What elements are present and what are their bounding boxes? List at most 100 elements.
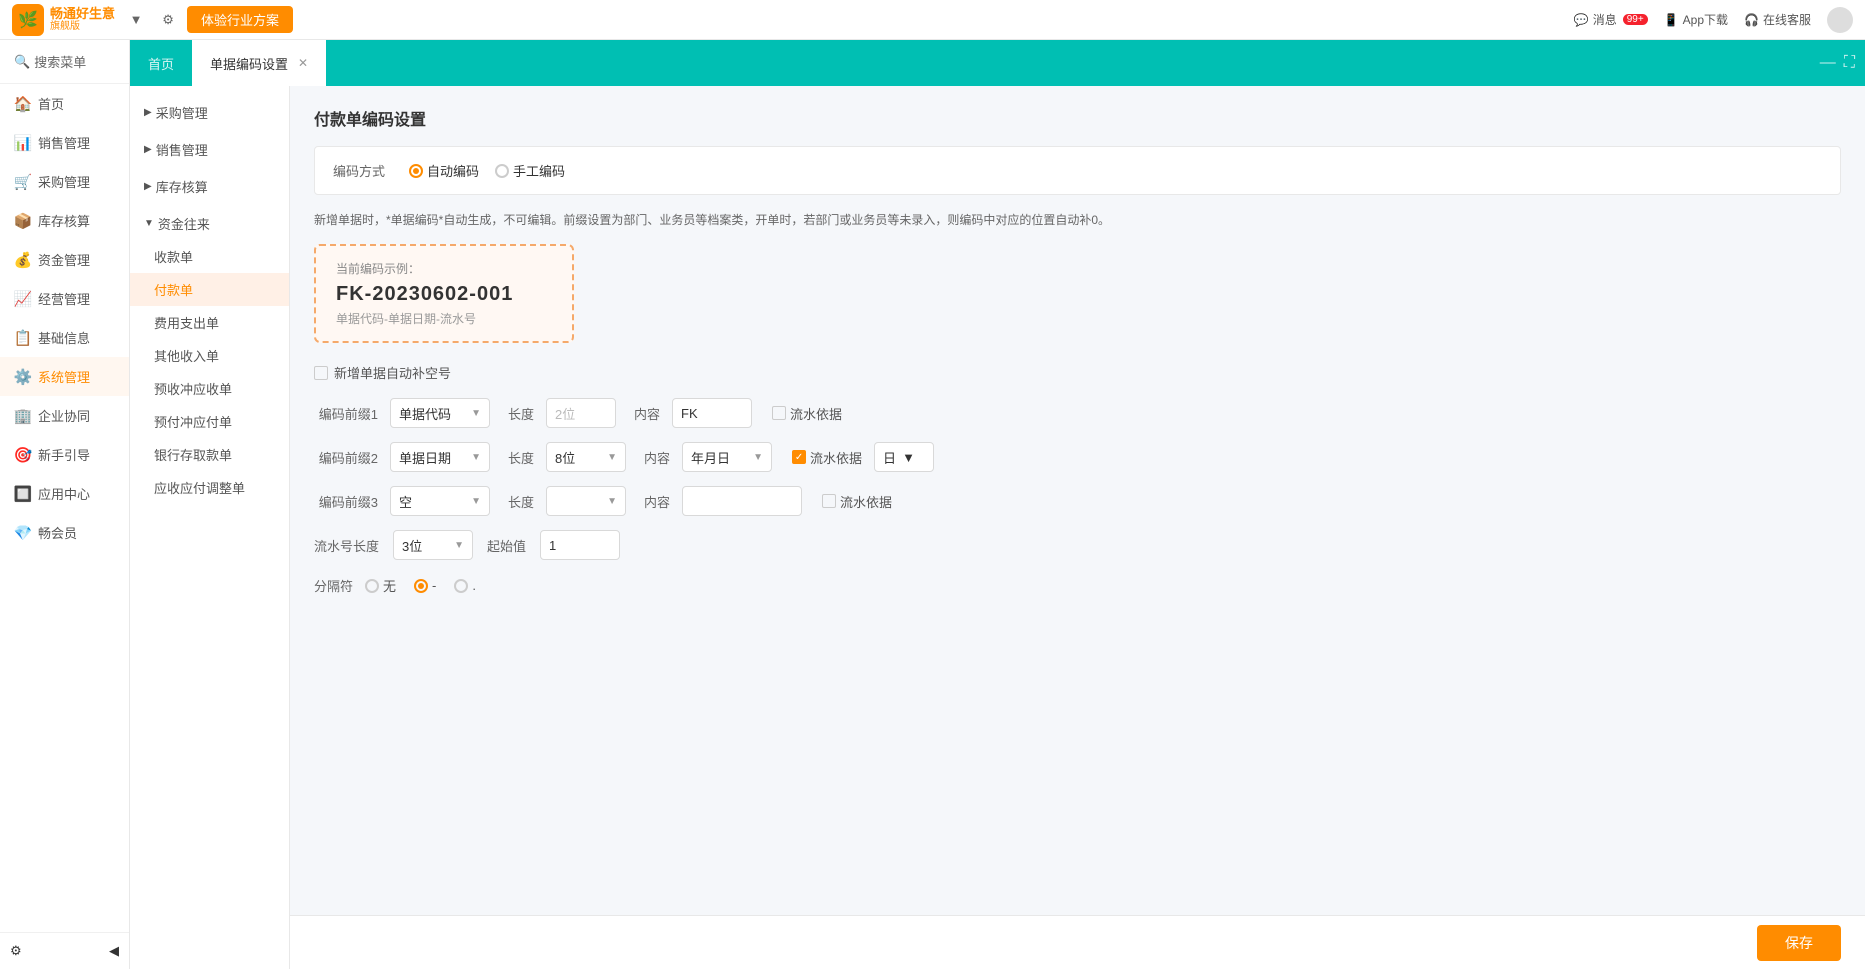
auto-radio[interactable] (409, 164, 423, 178)
dropdown-icon[interactable]: ▼ (123, 7, 149, 33)
prefix1-select[interactable]: 单据代码 ▼ (390, 398, 490, 428)
menu-group-sales-title[interactable]: ▶ 销售管理 (130, 133, 289, 166)
sidebar-search[interactable]: 🔍 搜索菜单 (0, 40, 129, 84)
sidebar-item-enterprise[interactable]: 🏢 企业协同 (0, 396, 129, 435)
sep-dot-option[interactable]: . (454, 578, 476, 593)
system-icon: ⚙️ (14, 368, 32, 386)
sidebar-item-operations[interactable]: 📈 经营管理 (0, 279, 129, 318)
sep-dash-option[interactable]: - (414, 578, 436, 593)
stream3-checkbox[interactable] (822, 494, 836, 508)
menu-item-prepay-offset[interactable]: 预收冲应收单 (130, 372, 289, 405)
sidebar-item-home[interactable]: 🏠 首页 (0, 84, 129, 123)
auto-fill-label: 新增单据自动补空号 (334, 363, 451, 382)
sidebar-item-inventory[interactable]: 📦 库存核算 (0, 201, 129, 240)
save-button[interactable]: 保存 (1757, 925, 1841, 961)
auto-fill-checkbox[interactable] (314, 366, 328, 380)
prefix2-select[interactable]: 单据日期 ▼ (390, 442, 490, 472)
prefix-row-3: 编码前缀3 空 ▼ 长度 ▼ 内容 (314, 486, 1841, 516)
tab-bar: 首页 单据编码设置 ✕ — ⛶ (130, 40, 1865, 86)
sidebar-item-basic-info[interactable]: 📋 基础信息 (0, 318, 129, 357)
home-icon: 🏠 (14, 95, 32, 113)
sidebar-item-guide[interactable]: 🎯 新手引导 (0, 435, 129, 474)
manual-radio[interactable] (495, 164, 509, 178)
length1-field: 2位 (546, 398, 616, 428)
sidebar-item-label: 首页 (38, 94, 64, 113)
sidebar-item-label: 应用中心 (38, 484, 90, 503)
menu-item-receipt[interactable]: 收款单 (130, 240, 289, 273)
sidebar-item-label: 采购管理 (38, 172, 90, 191)
tab-bar-actions: — ⛶ (1820, 54, 1865, 72)
code-preview-label: 当前编码示例： (336, 260, 552, 277)
content2-select[interactable]: 年月日 ▼ (682, 442, 772, 472)
sep-dash-radio[interactable] (414, 579, 428, 593)
encoding-method-row: 编码方式 自动编码 手工编码 (314, 146, 1841, 195)
menu-item-bank-deposit[interactable]: 银行存取款单 (130, 438, 289, 471)
message-label: 消息 (1593, 11, 1617, 28)
menu-item-expense[interactable]: 费用支出单 (130, 306, 289, 339)
stream2-checkbox-group: ✓ 流水依据 (792, 448, 862, 467)
menu-group-inventory: ▶ 库存核算 (130, 170, 289, 203)
auto-fill-row: 新增单据自动补空号 (314, 363, 1841, 382)
menu-item-ar-ap-adjust[interactable]: 应收应付调整单 (130, 471, 289, 504)
sidebar-item-system[interactable]: ⚙️ 系统管理 (0, 357, 129, 396)
menu-item-advance-offset[interactable]: 预付冲应付单 (130, 405, 289, 438)
sep-dash-label: - (432, 578, 436, 593)
chevron-down-icon: ▼ (607, 496, 617, 507)
logo-sub: 旗舰版 (50, 21, 115, 33)
app-download-item[interactable]: 📱 App下载 (1664, 11, 1728, 28)
encoding-label: 编码方式 (333, 161, 385, 180)
sidebar-item-label: 库存核算 (38, 211, 90, 230)
manual-label: 手工编码 (513, 161, 565, 180)
headset-icon: 🎧 (1744, 13, 1759, 27)
stream2-checkbox[interactable]: ✓ (792, 450, 806, 464)
sidebar-item-label: 经营管理 (38, 289, 90, 308)
serial-length-select[interactable]: 3位 ▼ (393, 530, 473, 560)
sidebar-item-appcenter[interactable]: 🔲 应用中心 (0, 474, 129, 513)
chevron-down-icon: ▼ (753, 452, 763, 463)
menu-group-finance-title[interactable]: ▼ 资金往来 (130, 207, 289, 240)
collapse-icon[interactable]: ◀ (109, 943, 119, 959)
bottom-bar: 保存 (290, 915, 1865, 969)
tab-settings-label: 单据编码设置 (210, 54, 288, 73)
tab-settings[interactable]: 单据编码设置 ✕ (192, 40, 326, 86)
trial-button[interactable]: 体验行业方案 (187, 6, 293, 33)
day-select[interactable]: 日 ▼ (874, 442, 934, 472)
tab-minimize-button[interactable]: — (1820, 54, 1836, 72)
stream1-checkbox[interactable] (772, 406, 786, 420)
tab-maximize-button[interactable]: ⛶ (1844, 54, 1855, 72)
menu-item-payment[interactable]: 付款单 (130, 273, 289, 306)
sep-dot-radio[interactable] (454, 579, 468, 593)
length2-select[interactable]: 8位 ▼ (546, 442, 626, 472)
menu-item-other-income[interactable]: 其他收入单 (130, 339, 289, 372)
sidebar-item-finance[interactable]: 💰 资金管理 (0, 240, 129, 279)
sidebar-item-purchase[interactable]: 🛒 采购管理 (0, 162, 129, 201)
online-service-label: 在线客服 (1763, 11, 1811, 28)
sep-none-radio[interactable] (365, 579, 379, 593)
search-inner[interactable]: 🔍 搜索菜单 (8, 48, 121, 75)
settings-icon[interactable]: ⚙ (10, 943, 22, 959)
user-avatar[interactable] (1827, 7, 1853, 33)
arrow-icon: ▶ (144, 144, 152, 155)
stream3-label: 流水依据 (840, 492, 892, 511)
menu-group-sales: ▶ 销售管理 (130, 133, 289, 166)
sidebar-item-member[interactable]: 💎 畅会员 (0, 513, 129, 552)
sep-none-label: 无 (383, 576, 396, 595)
sep-none-option[interactable]: 无 (365, 576, 396, 595)
menu-group-inventory-title[interactable]: ▶ 库存核算 (130, 170, 289, 203)
manual-encoding-option[interactable]: 手工编码 (495, 161, 565, 180)
auto-encoding-option[interactable]: 自动编码 (409, 161, 479, 180)
tab-close-icon[interactable]: ✕ (298, 56, 308, 70)
menu-group-purchase-title[interactable]: ▶ 采购管理 (130, 96, 289, 129)
length3-select[interactable]: ▼ (546, 486, 626, 516)
start-value-field[interactable]: 1 (540, 530, 620, 560)
sidebar-item-label: 企业协同 (38, 406, 90, 425)
sidebar-item-sales[interactable]: 📊 销售管理 (0, 123, 129, 162)
gear-icon[interactable]: ⚙ (155, 7, 181, 33)
top-bar: 🌿 畅通好生意 旗舰版 ▼ ⚙ 体验行业方案 💬 消息 99+ 📱 App下载 … (0, 0, 1865, 40)
left-menu: ▶ 采购管理 ▶ 销售管理 ▶ 库存核算 (130, 86, 290, 969)
prefix3-select[interactable]: 空 ▼ (390, 486, 490, 516)
message-item[interactable]: 💬 消息 99+ (1574, 11, 1648, 28)
tab-home[interactable]: 首页 (130, 40, 192, 86)
prefix1-label: 编码前缀1 (314, 404, 378, 423)
online-service-item[interactable]: 🎧 在线客服 (1744, 11, 1811, 28)
